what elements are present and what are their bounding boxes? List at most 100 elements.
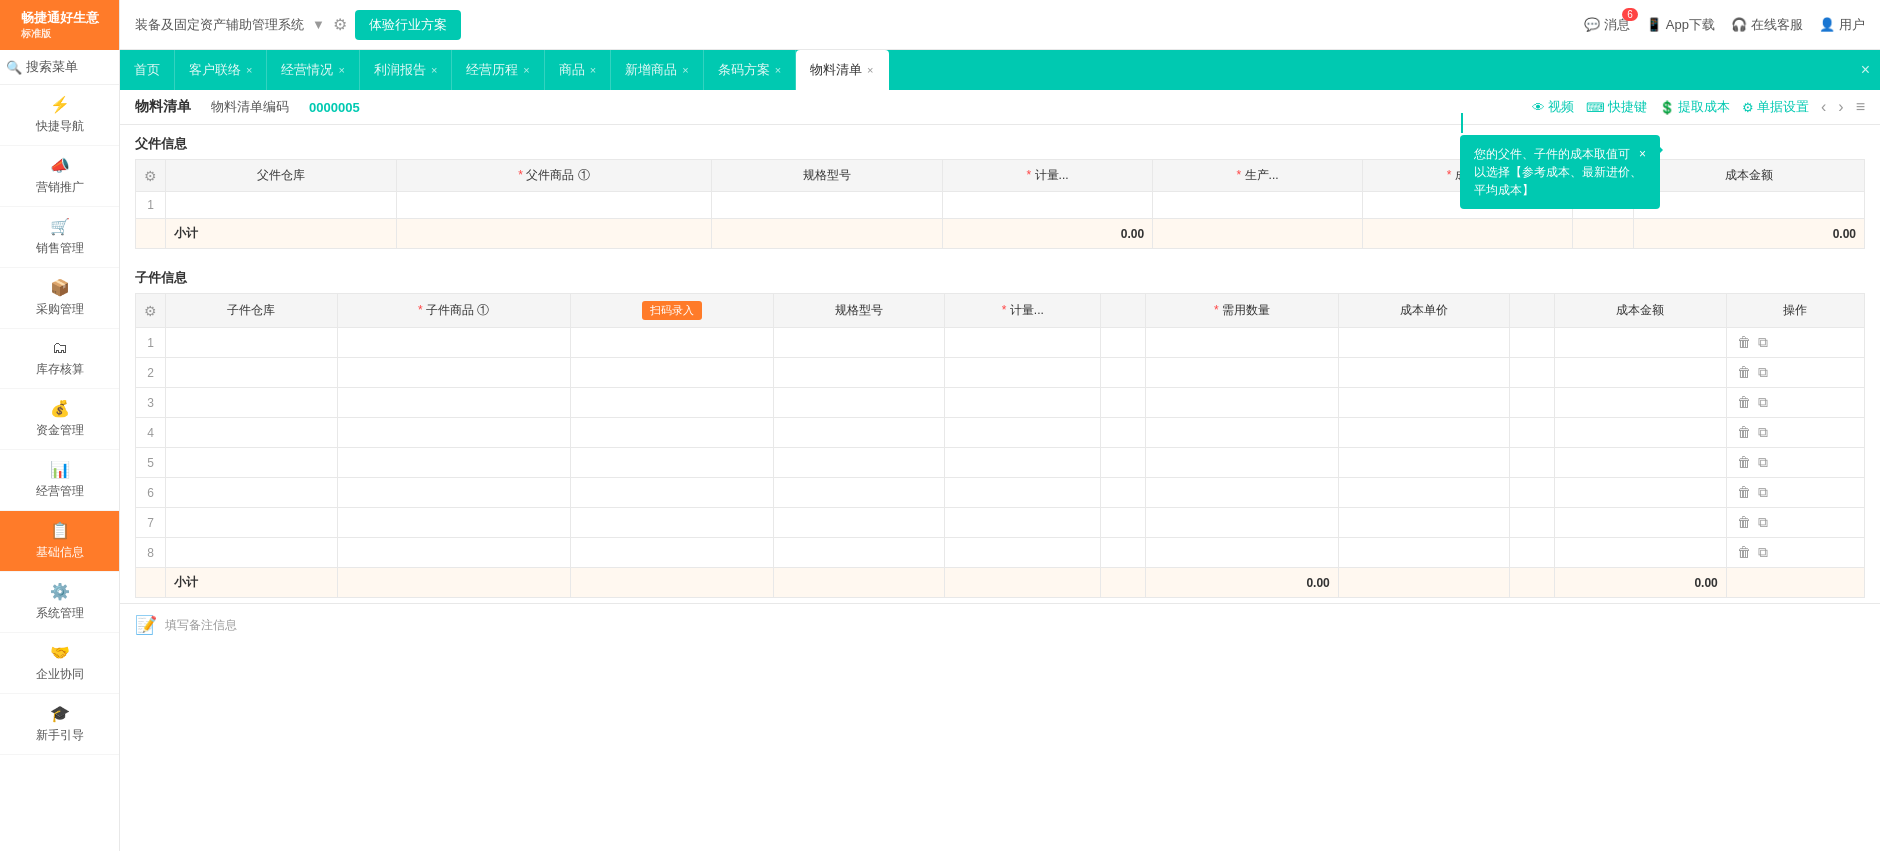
parent-row-1-spec[interactable] [711, 192, 942, 219]
tab-goods-close[interactable]: × [590, 64, 596, 76]
sidebar-item-purchase[interactable]: 📦 采购管理 [0, 268, 119, 329]
child-row-5-qty[interactable] [1146, 448, 1339, 478]
child-row-1-warehouse[interactable] [166, 328, 338, 358]
child-row-6-delete[interactable]: 🗑 [1737, 484, 1751, 500]
parent-row-1-unit[interactable] [943, 192, 1153, 219]
sidebar-item-finance[interactable]: 💰 资金管理 [0, 389, 119, 450]
child-row-1-spec[interactable] [773, 328, 945, 358]
child-row-8-spec[interactable] [773, 538, 945, 568]
child-row-2-amount[interactable] [1555, 358, 1727, 388]
tooltip-close[interactable]: × [1639, 145, 1646, 163]
tab-barcode-close[interactable]: × [775, 64, 781, 76]
child-row-5-spec[interactable] [773, 448, 945, 478]
child-row-2-goods[interactable] [337, 358, 570, 388]
child-row-7-unit[interactable] [945, 508, 1101, 538]
message-badge-item[interactable]: 💬 消息 6 [1584, 16, 1630, 34]
child-row-4-warehouse[interactable] [166, 418, 338, 448]
tab-bom-close[interactable]: × [867, 64, 873, 76]
child-row-3-spec[interactable] [773, 388, 945, 418]
user-item[interactable]: 👤 用户 [1819, 16, 1865, 34]
child-row-2-warehouse[interactable] [166, 358, 338, 388]
child-row-7-delete[interactable]: 🗑 [1737, 514, 1751, 530]
nav-prev[interactable]: ‹ [1821, 98, 1826, 116]
child-row-8-qty[interactable] [1146, 538, 1339, 568]
child-row-6-warehouse[interactable] [166, 478, 338, 508]
child-row-4-unit[interactable] [945, 418, 1101, 448]
child-row-6-copy[interactable]: ⧉ [1758, 484, 1768, 500]
child-row-6-amount[interactable] [1555, 478, 1727, 508]
child-row-7-copy[interactable]: ⧉ [1758, 514, 1768, 530]
parent-row-1-amount[interactable] [1633, 192, 1864, 219]
doc-settings-action[interactable]: ⚙ 单据设置 [1742, 98, 1809, 116]
child-row-3-warehouse[interactable] [166, 388, 338, 418]
child-row-5-amount[interactable] [1555, 448, 1727, 478]
view-action[interactable]: 👁 视频 [1532, 98, 1574, 116]
child-row-2-delete[interactable]: 🗑 [1737, 364, 1751, 380]
child-row-5-unit-cost[interactable] [1338, 448, 1510, 478]
tab-goods[interactable]: 商品 × [545, 50, 611, 90]
child-row-8-goods[interactable] [337, 538, 570, 568]
child-row-1-unit[interactable] [945, 328, 1101, 358]
sidebar-item-system[interactable]: ⚙️ 系统管理 [0, 572, 119, 633]
parent-row-1-warehouse[interactable] [166, 192, 397, 219]
close-all-tabs[interactable]: × [1851, 61, 1880, 79]
child-row-1-unit-cost[interactable] [1338, 328, 1510, 358]
parent-row-1-production[interactable] [1153, 192, 1363, 219]
tab-customer-close[interactable]: × [246, 64, 252, 76]
child-row-8-amount[interactable] [1555, 538, 1727, 568]
child-row-7-unit-cost[interactable] [1338, 508, 1510, 538]
child-row-2-spec[interactable] [773, 358, 945, 388]
child-row-2-unit-cost[interactable] [1338, 358, 1510, 388]
scan-button[interactable]: 扫码录入 [642, 301, 702, 320]
child-row-5-goods[interactable] [337, 448, 570, 478]
child-row-1-qty[interactable] [1146, 328, 1339, 358]
child-row-4-qty[interactable] [1146, 418, 1339, 448]
child-row-3-qty[interactable] [1146, 388, 1339, 418]
child-row-3-goods[interactable] [337, 388, 570, 418]
child-row-5-unit[interactable] [945, 448, 1101, 478]
child-row-8-copy[interactable]: ⧉ [1758, 544, 1768, 560]
child-row-8-delete[interactable]: 🗑 [1737, 544, 1751, 560]
child-row-6-spec[interactable] [773, 478, 945, 508]
nav-next[interactable]: › [1838, 98, 1843, 116]
child-row-3-delete[interactable]: 🗑 [1737, 394, 1751, 410]
child-row-7-goods[interactable] [337, 508, 570, 538]
child-settings-icon[interactable]: ⚙ [144, 303, 157, 319]
tab-business[interactable]: 经营情况 × [267, 50, 359, 90]
parent-row-1-goods[interactable] [397, 192, 711, 219]
sidebar-item-basic-info[interactable]: 📋 基础信息 [0, 511, 119, 572]
child-row-4-delete[interactable]: 🗑 [1737, 424, 1751, 440]
tab-home[interactable]: 首页 [120, 50, 175, 90]
sidebar-item-guide[interactable]: 🎓 新手引导 [0, 694, 119, 755]
child-row-1-amount[interactable] [1555, 328, 1727, 358]
child-row-4-goods[interactable] [337, 418, 570, 448]
online-service-item[interactable]: 🎧 在线客服 [1731, 16, 1803, 34]
child-row-3-amount[interactable] [1555, 388, 1727, 418]
parent-settings-icon[interactable]: ⚙ [144, 168, 157, 184]
child-row-3-copy[interactable]: ⧉ [1758, 394, 1768, 410]
child-row-5-delete[interactable]: 🗑 [1737, 454, 1751, 470]
child-row-8-unit[interactable] [945, 538, 1101, 568]
tab-bom[interactable]: 物料清单 × [796, 50, 888, 90]
settings-icon[interactable]: ⚙ [333, 15, 347, 34]
sidebar-item-stock[interactable]: 🗂 库存核算 [0, 329, 119, 389]
trial-button[interactable]: 体验行业方案 [355, 10, 461, 40]
child-row-2-unit[interactable] [945, 358, 1101, 388]
tab-new-goods[interactable]: 新增商品 × [611, 50, 703, 90]
sidebar-item-sales[interactable]: 🛒 销售管理 [0, 207, 119, 268]
child-row-1-delete[interactable]: 🗑 [1737, 334, 1751, 350]
child-row-4-copy[interactable]: ⧉ [1758, 424, 1768, 440]
shortcut-action[interactable]: ⌨ 快捷键 [1586, 98, 1647, 116]
child-row-6-unit[interactable] [945, 478, 1101, 508]
child-row-2-copy[interactable]: ⧉ [1758, 364, 1768, 380]
child-row-7-qty[interactable] [1146, 508, 1339, 538]
app-download-item[interactable]: 📱 App下载 [1646, 16, 1715, 34]
tab-profit-close[interactable]: × [431, 64, 437, 76]
child-row-7-spec[interactable] [773, 508, 945, 538]
sidebar-item-operations[interactable]: 📊 经营管理 [0, 450, 119, 511]
child-row-3-unit[interactable] [945, 388, 1101, 418]
dropdown-icon[interactable]: ▼ [312, 17, 325, 32]
child-row-4-amount[interactable] [1555, 418, 1727, 448]
child-row-1-copy[interactable]: ⧉ [1758, 334, 1768, 350]
child-row-5-copy[interactable]: ⧉ [1758, 454, 1768, 470]
